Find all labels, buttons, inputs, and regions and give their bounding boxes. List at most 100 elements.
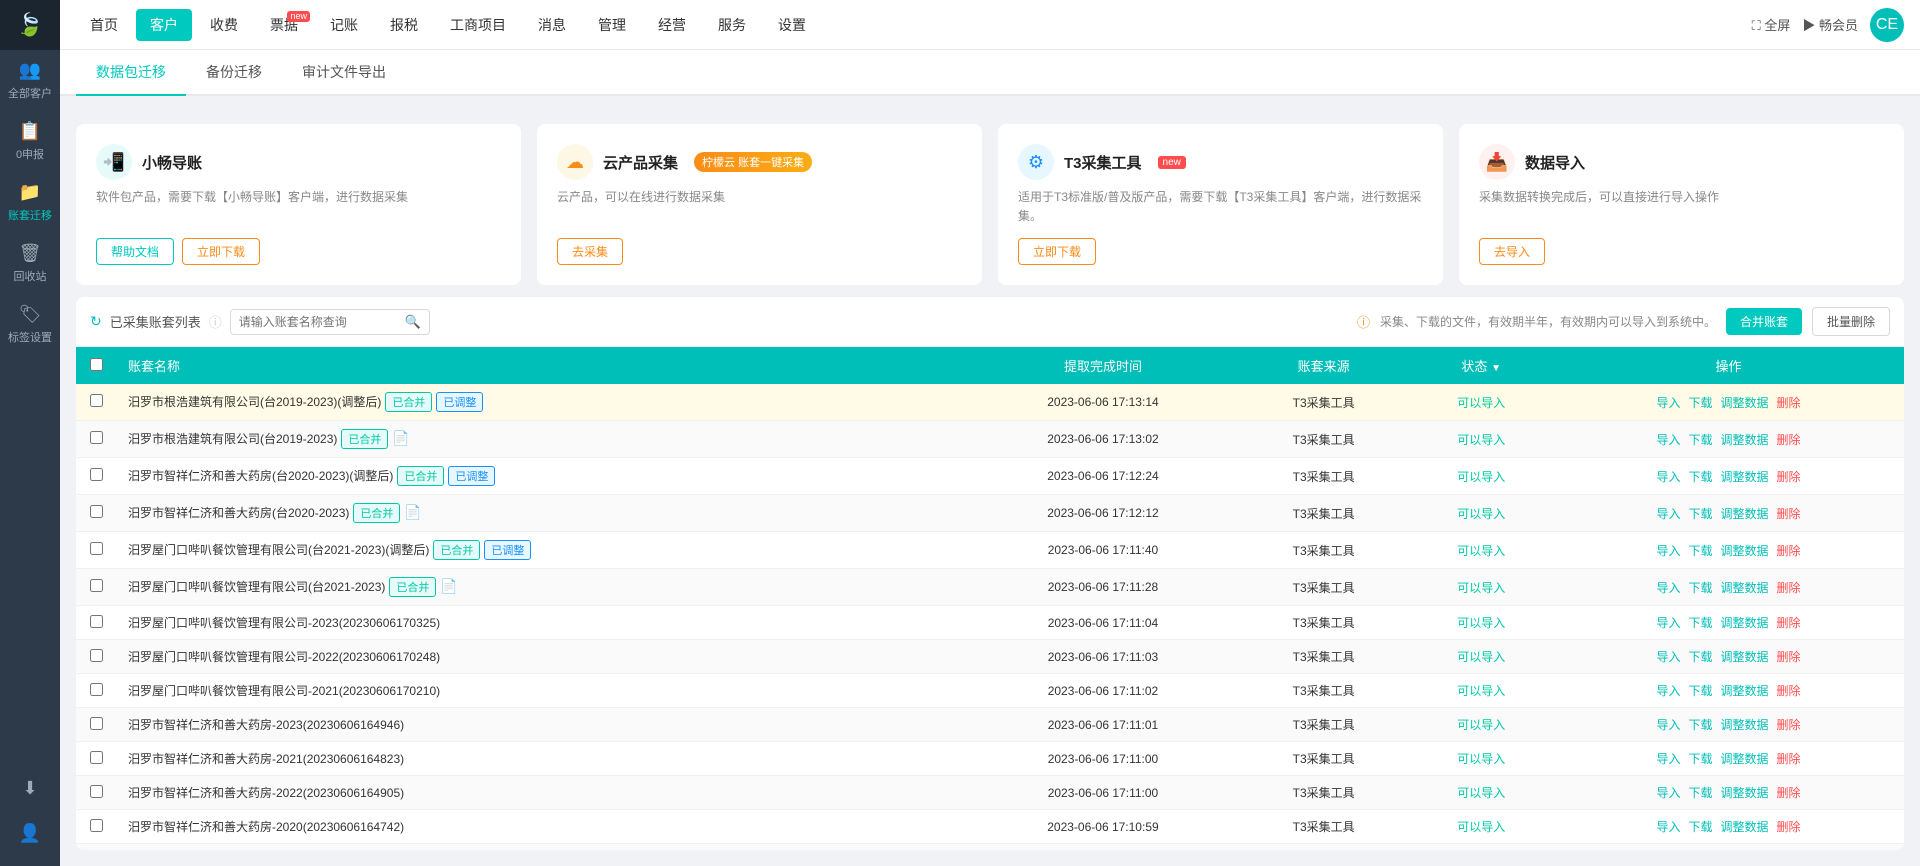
nav-operation[interactable]: 经营 xyxy=(644,9,700,41)
download-link[interactable]: 下载 xyxy=(1688,786,1712,800)
row-checkbox[interactable] xyxy=(90,717,103,730)
go-collect-button[interactable]: 去采集 xyxy=(557,238,623,265)
user-avatar[interactable]: CE xyxy=(1870,8,1904,42)
delete-link[interactable]: 删除 xyxy=(1777,650,1801,664)
row-checkbox[interactable] xyxy=(90,579,103,592)
import-link[interactable]: 导入 xyxy=(1656,507,1680,521)
row-checkbox[interactable] xyxy=(90,785,103,798)
download-link[interactable]: 下载 xyxy=(1688,820,1712,834)
nav-message[interactable]: 消息 xyxy=(524,9,580,41)
go-import-button[interactable]: 去导入 xyxy=(1479,238,1545,265)
import-link[interactable]: 导入 xyxy=(1656,752,1680,766)
download-now-button[interactable]: 立即下载 xyxy=(182,238,260,265)
tab-audit-export[interactable]: 审计文件导出 xyxy=(282,50,406,96)
sidebar-item-report[interactable]: 📋 0申报 xyxy=(0,111,60,172)
delete-link[interactable]: 删除 xyxy=(1777,581,1801,595)
search-input[interactable] xyxy=(239,315,399,329)
download-link[interactable]: 下载 xyxy=(1688,752,1712,766)
batch-delete-button[interactable]: 批量删除 xyxy=(1812,307,1890,336)
adjust-link[interactable]: 调整数据 xyxy=(1720,820,1768,834)
vip-button[interactable]: ▶ 畅会员 xyxy=(1802,15,1858,34)
download-link[interactable]: 下载 xyxy=(1688,396,1712,410)
adjust-link[interactable]: 调整数据 xyxy=(1720,581,1768,595)
import-link[interactable]: 导入 xyxy=(1656,650,1680,664)
download-link[interactable]: 下载 xyxy=(1688,544,1712,558)
nav-bookkeeping[interactable]: 记账 xyxy=(316,9,372,41)
download-link[interactable]: 下载 xyxy=(1688,433,1712,447)
sidebar-item-tag-settings[interactable]: 🏷 标签设置 xyxy=(0,294,60,355)
row-checkbox[interactable] xyxy=(90,751,103,764)
import-link[interactable]: 导入 xyxy=(1656,616,1680,630)
row-checkbox[interactable] xyxy=(90,542,103,555)
sidebar-item-trash[interactable]: 🗑 回收站 xyxy=(0,233,60,294)
download-t3-button[interactable]: 立即下载 xyxy=(1018,238,1096,265)
nav-management[interactable]: 管理 xyxy=(584,9,640,41)
import-link[interactable]: 导入 xyxy=(1656,544,1680,558)
adjust-link[interactable]: 调整数据 xyxy=(1720,786,1768,800)
download-link[interactable]: 下载 xyxy=(1688,616,1712,630)
file-icon[interactable]: 📄 xyxy=(388,430,409,446)
sidebar-item-account-migrate[interactable]: 📁 账套迁移 xyxy=(0,172,60,233)
help-doc-button[interactable]: 帮助文档 xyxy=(96,238,174,265)
nav-service[interactable]: 服务 xyxy=(704,9,760,41)
row-checkbox[interactable] xyxy=(90,819,103,832)
delete-link[interactable]: 删除 xyxy=(1777,396,1801,410)
tab-backup-migrate[interactable]: 备份迁移 xyxy=(186,50,282,96)
download-link[interactable]: 下载 xyxy=(1688,718,1712,732)
row-checkbox[interactable] xyxy=(90,431,103,444)
fullscreen-button[interactable]: ⛶ 全屏 xyxy=(1752,15,1791,34)
delete-link[interactable]: 删除 xyxy=(1777,820,1801,834)
adjust-link[interactable]: 调整数据 xyxy=(1720,650,1768,664)
delete-link[interactable]: 删除 xyxy=(1777,752,1801,766)
sidebar-item-all-clients[interactable]: 👥 全部客户 xyxy=(0,50,60,111)
adjust-link[interactable]: 调整数据 xyxy=(1720,433,1768,447)
merge-button[interactable]: 合并账套 xyxy=(1726,308,1802,335)
nav-biz-project[interactable]: 工商项目 xyxy=(436,9,520,41)
nav-tax[interactable]: 报税 xyxy=(376,9,432,41)
import-link[interactable]: 导入 xyxy=(1656,433,1680,447)
download-link[interactable]: 下载 xyxy=(1688,650,1712,664)
import-link[interactable]: 导入 xyxy=(1656,820,1680,834)
delete-link[interactable]: 删除 xyxy=(1777,544,1801,558)
row-checkbox[interactable] xyxy=(90,394,103,407)
select-all-checkbox[interactable] xyxy=(90,358,103,371)
delete-link[interactable]: 删除 xyxy=(1777,507,1801,521)
download-link[interactable]: 下载 xyxy=(1688,684,1712,698)
sidebar-item-download[interactable]: ⬇ xyxy=(19,768,41,809)
adjust-link[interactable]: 调整数据 xyxy=(1720,752,1768,766)
import-link[interactable]: 导入 xyxy=(1656,684,1680,698)
import-link[interactable]: 导入 xyxy=(1656,470,1680,484)
delete-link[interactable]: 删除 xyxy=(1777,718,1801,732)
adjust-link[interactable]: 调整数据 xyxy=(1720,684,1768,698)
adjust-link[interactable]: 调整数据 xyxy=(1720,718,1768,732)
adjust-link[interactable]: 调整数据 xyxy=(1720,470,1768,484)
delete-link[interactable]: 删除 xyxy=(1777,433,1801,447)
file-icon[interactable]: 📄 xyxy=(400,504,421,520)
search-icon[interactable]: 🔍 xyxy=(405,314,421,330)
row-checkbox[interactable] xyxy=(90,468,103,481)
row-checkbox[interactable] xyxy=(90,649,103,662)
row-checkbox[interactable] xyxy=(90,683,103,696)
file-icon[interactable]: 📄 xyxy=(436,578,457,594)
adjust-link[interactable]: 调整数据 xyxy=(1720,396,1768,410)
nav-billing[interactable]: 收费 xyxy=(196,9,252,41)
import-link[interactable]: 导入 xyxy=(1656,718,1680,732)
sidebar-item-user-profile[interactable]: 👤 xyxy=(19,813,41,854)
row-checkbox[interactable] xyxy=(90,505,103,518)
delete-link[interactable]: 删除 xyxy=(1777,470,1801,484)
nav-home[interactable]: 首页 xyxy=(76,9,132,41)
row-checkbox[interactable] xyxy=(90,615,103,628)
nav-client[interactable]: 客户 xyxy=(136,9,192,41)
import-link[interactable]: 导入 xyxy=(1656,786,1680,800)
nav-settings[interactable]: 设置 xyxy=(764,9,820,41)
download-link[interactable]: 下载 xyxy=(1688,470,1712,484)
delete-link[interactable]: 删除 xyxy=(1777,684,1801,698)
delete-link[interactable]: 删除 xyxy=(1777,786,1801,800)
adjust-link[interactable]: 调整数据 xyxy=(1720,544,1768,558)
nav-invoice[interactable]: 票据 new xyxy=(256,9,312,41)
import-link[interactable]: 导入 xyxy=(1656,396,1680,410)
refresh-icon[interactable]: ↻ xyxy=(90,313,102,330)
tab-data-package-migrate[interactable]: 数据包迁移 xyxy=(76,50,186,96)
adjust-link[interactable]: 调整数据 xyxy=(1720,507,1768,521)
import-link[interactable]: 导入 xyxy=(1656,581,1680,595)
